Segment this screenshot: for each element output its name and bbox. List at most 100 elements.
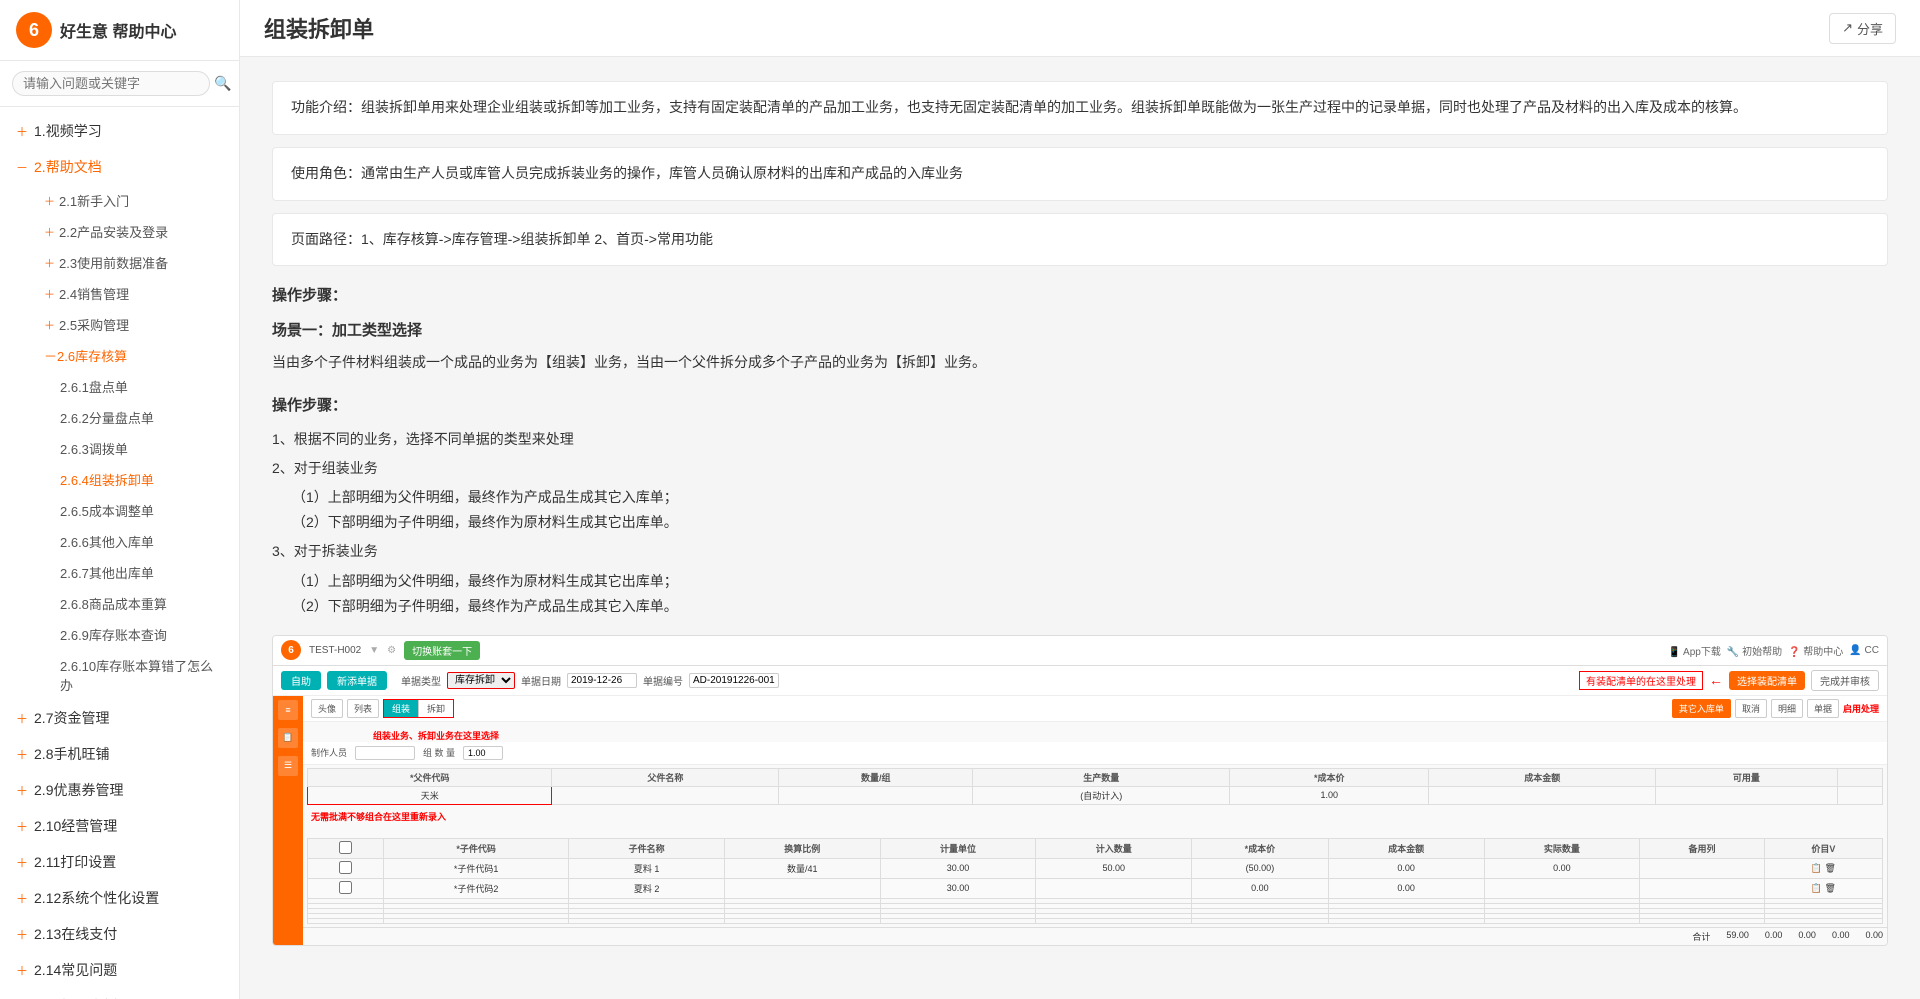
logo-text: 好生意 帮助中心 <box>60 18 176 42</box>
sidebar-item-263[interactable]: 2.6.3调拨单 <box>44 433 239 464</box>
ss-tab-new[interactable]: 新添单据 <box>327 671 387 690</box>
expand-icon-2: － <box>16 159 28 176</box>
ss-bill-btn[interactable]: 单据 <box>1807 699 1839 718</box>
ss-cell-available <box>1656 786 1837 804</box>
ss-enable-area: 启用处理 <box>1843 702 1879 715</box>
ss-confirm-btn[interactable]: 完成并审核 <box>1811 670 1879 691</box>
expand-icon-1: ＋ <box>16 123 28 140</box>
sidebar-item-coupon[interactable]: ＋ 2.9优惠券管理 <box>0 772 239 808</box>
ss-detail-btn[interactable]: 明细 <box>1771 699 1803 718</box>
ss-nav-icon-2[interactable]: 📋 <box>278 728 298 748</box>
ss-type-assemble-btn[interactable]: 组装 <box>384 700 418 717</box>
expand-icon-14: ＋ <box>16 962 28 979</box>
ss-init-help: 🔧 初始帮助 <box>1727 643 1782 658</box>
ss-col-cost-price: *成本价 <box>1230 768 1429 786</box>
screenshot: 6 TEST-H002 ▼ ⚙ 切换账套一下 📱 App下载 🔧 初始帮助 ❓ … <box>273 636 1887 945</box>
ss-cell-prod-qty: (自动计入) <box>973 786 1230 804</box>
sidebar-item-payment[interactable]: ＋ 2.13在线支付 <box>0 916 239 952</box>
screenshot-container: 6 TEST-H002 ▼ ⚙ 切换账套一下 📱 App下载 🔧 初始帮助 ❓ … <box>272 635 1888 946</box>
sidebar-item-prepare[interactable]: ＋ 2.3使用前数据准备 <box>28 247 239 278</box>
ss-col-enter-qty: 计入数量 <box>1036 838 1192 858</box>
expand-icon-22: ＋ <box>44 224 55 240</box>
search-icon[interactable]: 🔍 <box>214 75 231 92</box>
ss-nav-icon-3[interactable]: ☰ <box>278 756 298 776</box>
search-input[interactable] <box>12 71 210 96</box>
expand-icon-10: ＋ <box>16 818 28 835</box>
sidebar-item-faq[interactable]: ＋ 2.14常见问题 <box>0 952 239 988</box>
sidebar-item-print[interactable]: ＋ 2.11打印设置 <box>0 844 239 880</box>
ss-people-input[interactable] <box>355 746 415 760</box>
ss-people-label: 制作人员 <box>311 746 347 759</box>
sidebar-item-mobile[interactable]: ＋ 2.8手机旺铺 <box>0 736 239 772</box>
ss-bill-num-input[interactable] <box>689 673 779 688</box>
sidebar-item-purchase[interactable]: ＋ 2.5采购管理 <box>28 309 239 340</box>
ss-help-center: ❓ 帮助中心 <box>1788 643 1843 658</box>
sidebar-item-management[interactable]: ＋ 2.10经营管理 <box>0 808 239 844</box>
page-title: 组装拆卸单 <box>264 12 374 44</box>
ss-col-available: 可用量 <box>1656 768 1837 786</box>
ss-other-instock-btn[interactable]: 其它入库单 <box>1672 699 1731 718</box>
sidebar-item-personalize[interactable]: ＋ 2.12系统个性化设置 <box>0 880 239 916</box>
expand-icon-8: ＋ <box>16 746 28 763</box>
ss-tab-self[interactable]: 自助 <box>281 671 321 690</box>
step3-sub: （1）上部明细为父件明细，最终作为原材料生成其它出库单； （2）下部明细为子件明… <box>292 569 1888 619</box>
ss-bill-type-select[interactable]: 库存拆卸 库存组装 <box>447 672 515 689</box>
ss-switch-account-btn[interactable]: 切换账套一下 <box>404 641 480 660</box>
sidebar-item-269[interactable]: 2.6.9库存账本查询 <box>44 619 239 650</box>
ss-cell-enter-qty2 <box>1036 878 1192 898</box>
step2-sub: （1）上部明细为父件明细，最终作为产成品生成其它入库单； （2）下部明细为子件明… <box>292 485 1888 535</box>
share-button[interactable]: ↗ 分享 <box>1829 13 1896 44</box>
ss-cell-child-code2: *子件代码2 <box>384 878 569 898</box>
ss-dropdown-icon: ▼ <box>369 645 379 656</box>
sidebar-item-finance[interactable]: ＋ 2.7资金管理 <box>0 700 239 736</box>
sidebar-item-266[interactable]: 2.6.6其他入库单 <box>44 526 239 557</box>
sidebar-item-265[interactable]: 2.6.5成本调整单 <box>44 495 239 526</box>
ss-footer: 合计 59.00 0.00 0.00 0.00 0.00 <box>303 927 1887 945</box>
ss-date-input[interactable] <box>567 673 637 688</box>
ss-col-op2: 价目V <box>1764 838 1882 858</box>
sidebar-item-268[interactable]: 2.6.8商品成本重算 <box>44 588 239 619</box>
ss-select-config-btn[interactable]: 选择装配清单 <box>1729 671 1805 690</box>
sidebar-item-sales[interactable]: ＋ 2.4销售管理 <box>28 278 239 309</box>
ss-qty-input[interactable] <box>463 746 503 760</box>
ss-col-op <box>1837 768 1882 786</box>
ss-left-nav: ≡ 📋 ☰ <box>273 696 303 945</box>
ss-annotation-bottom: 无需批满不够组合在这里重新录入 <box>303 808 1887 835</box>
ss-app-download: 📱 App下载 <box>1668 643 1720 658</box>
expand-icon-12: ＋ <box>16 890 28 907</box>
sidebar-item-2610[interactable]: 2.6.10库存账本算错了怎么办 <box>44 650 239 700</box>
ss-col-prod-qty: 生产数量 <box>973 768 1230 786</box>
ss-cell-child-cost-amt2: 0.00 <box>1328 878 1484 898</box>
sidebar-item-newbie[interactable]: ＋ 2.1新手入门 <box>28 185 239 216</box>
sidebar-item-video[interactable]: ＋ 1.视频学习 <box>0 113 239 149</box>
sidebar-item-267[interactable]: 2.6.7其他出库单 <box>44 557 239 588</box>
sidebar-item-262[interactable]: 2.6.2分量盘点单 <box>44 402 239 433</box>
ss-col-cost-amt: 成本金额 <box>1429 768 1656 786</box>
ss-cell-enter-qty1: 50.00 <box>1036 858 1192 878</box>
ss-row-check-2[interactable] <box>339 881 352 894</box>
ss-nav-icons: 📱 App下载 🔧 初始帮助 ❓ 帮助中心 👤 CC <box>1668 643 1879 658</box>
sidebar-item-cases[interactable]: ＋ 2.15操作案例 <box>0 988 239 999</box>
ss-col-child-select <box>308 838 384 858</box>
sidebar-item-261[interactable]: 2.6.1盘点单 <box>44 371 239 402</box>
sidebar-item-264[interactable]: 2.6.4组装拆卸单 <box>44 464 239 495</box>
ss-cell-child-cost-amt1: 0.00 <box>1328 858 1484 878</box>
steps-list: 1、根据不同的业务，选择不同单据的类型来处理 2、对于组装业务 （1）上部明细为… <box>272 427 1888 619</box>
sidebar-item-docs[interactable]: － 2.帮助文档 <box>0 149 239 185</box>
main-content-area: 组装拆卸单 ↗ 分享 功能介绍：组装拆卸单用来处理企业组装或拆卸等加工业务，支持… <box>240 0 1920 999</box>
ss-nav-icon-1[interactable]: ≡ <box>278 700 298 720</box>
sidebar-item-inventory[interactable]: － 2.6库存核算 <box>28 340 239 371</box>
ss-col-spare: 备用列 <box>1640 838 1765 858</box>
ss-cell-child-code1: *子件代码1 <box>384 858 569 878</box>
ss-list-btn[interactable]: 列表 <box>347 699 379 718</box>
ss-qty-label: 组 数 量 <box>423 746 455 759</box>
sidebar-item-install[interactable]: ＋ 2.2产品安装及登录 <box>28 216 239 247</box>
ss-type-btns: 组装 拆卸 <box>383 699 454 718</box>
ss-cancel-btn[interactable]: 取消 <box>1735 699 1767 718</box>
ss-head-btn[interactable]: 头像 <box>311 699 343 718</box>
ss-type-dismantle-btn[interactable]: 拆卸 <box>418 700 453 717</box>
ss-row-check-1[interactable] <box>339 861 352 874</box>
ss-cell-op2-1: 📋 🗑 <box>1764 858 1882 878</box>
path-block: 页面路径：1、库存核算->库存管理->组装拆卸单 2、首页->常用功能 <box>272 213 1888 267</box>
step3-sub2: （2）下部明细为子件明细，最终作为产成品生成其它入库单。 <box>292 594 1888 619</box>
